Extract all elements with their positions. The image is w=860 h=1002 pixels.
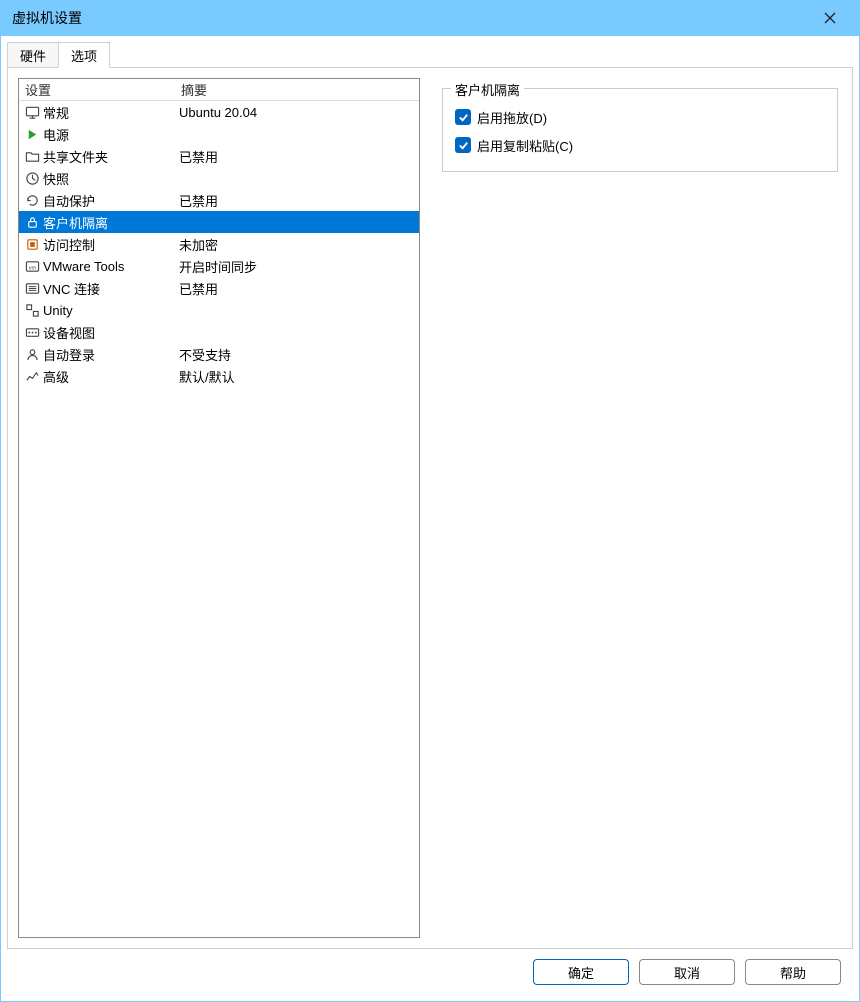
restore-icon xyxy=(23,191,41,209)
chart-icon xyxy=(23,367,41,385)
row-name: 常规 xyxy=(43,103,69,122)
row-name: 自动保护 xyxy=(43,191,95,210)
svg-text:vm: vm xyxy=(28,265,36,271)
drag-row: 启用拖放(D) xyxy=(455,103,825,131)
row-summary: 已禁用 xyxy=(179,279,419,298)
row-name: 客户机隔离 xyxy=(43,213,108,232)
group-title: 客户机隔离 xyxy=(451,80,524,99)
shield-icon xyxy=(23,235,41,253)
row-name: Unity xyxy=(43,303,73,318)
list-row[interactable]: 自动保护 已禁用 xyxy=(19,189,419,211)
list-row[interactable]: 快照 xyxy=(19,167,419,189)
copy-label: 启用复制粘贴(C) xyxy=(477,136,573,155)
ok-button[interactable]: 确定 xyxy=(533,959,629,985)
cancel-button[interactable]: 取消 xyxy=(639,959,735,985)
device-icon xyxy=(23,323,41,341)
row-summary: 开启时间同步 xyxy=(179,257,419,276)
list-row[interactable]: 共享文件夹 已禁用 xyxy=(19,145,419,167)
row-summary: 未加密 xyxy=(179,235,419,254)
lock-icon xyxy=(23,213,41,231)
list-row[interactable]: 设备视图 xyxy=(19,321,419,343)
row-name: 访问控制 xyxy=(43,235,95,254)
vm-icon: vm xyxy=(23,257,41,275)
list-row[interactable]: Unity xyxy=(19,299,419,321)
close-icon[interactable] xyxy=(812,0,848,36)
row-summary: 已禁用 xyxy=(179,191,419,210)
list-row[interactable]: 访问控制 未加密 xyxy=(19,233,419,255)
user-icon xyxy=(23,345,41,363)
drag-label: 启用拖放(D) xyxy=(477,108,547,127)
tab-hardware[interactable]: 硬件 xyxy=(7,42,59,68)
detail-panel: 客户机隔离 启用拖放(D) 启用复制粘贴(C) xyxy=(438,78,842,938)
window-title: 虚拟机设置 xyxy=(12,8,812,28)
list-row[interactable]: 电源 xyxy=(19,123,419,145)
row-name: VMware Tools xyxy=(43,259,124,274)
unity-icon xyxy=(23,301,41,319)
header-setting: 设置 xyxy=(25,80,181,99)
vnc-icon xyxy=(23,279,41,297)
guest-isolation-group: 客户机隔离 启用拖放(D) 启用复制粘贴(C) xyxy=(442,88,838,172)
list-row[interactable]: VNC 连接 已禁用 xyxy=(19,277,419,299)
list-row[interactable]: 客户机隔离 xyxy=(19,211,419,233)
row-name: 设备视图 xyxy=(43,323,95,342)
tab-panel-options: 设置 摘要 常规 Ubuntu 20.04 电源 共享文件夹 已禁用 快照 自动… xyxy=(7,67,853,949)
row-summary: 默认/默认 xyxy=(179,367,419,386)
folder-icon xyxy=(23,147,41,165)
list-row[interactable]: 常规 Ubuntu 20.04 xyxy=(19,101,419,123)
copy-checkbox[interactable] xyxy=(455,137,471,153)
copy-row: 启用复制粘贴(C) xyxy=(455,131,825,159)
settings-list[interactable]: 设置 摘要 常规 Ubuntu 20.04 电源 共享文件夹 已禁用 快照 自动… xyxy=(18,78,420,938)
monitor-icon xyxy=(23,103,41,121)
row-name: 高级 xyxy=(43,367,69,386)
row-summary: 已禁用 xyxy=(179,147,419,166)
help-button[interactable]: 帮助 xyxy=(745,959,841,985)
tab-options[interactable]: 选项 xyxy=(58,42,110,68)
list-row[interactable]: vm VMware Tools 开启时间同步 xyxy=(19,255,419,277)
header-summary: 摘要 xyxy=(181,80,419,99)
power-icon xyxy=(23,125,41,143)
row-name: 电源 xyxy=(43,125,69,144)
tabs: 硬件 选项 xyxy=(7,42,853,68)
row-name: 自动登录 xyxy=(43,345,95,364)
titlebar: 虚拟机设置 xyxy=(0,0,860,36)
drag-checkbox[interactable] xyxy=(455,109,471,125)
list-header: 设置 摘要 xyxy=(19,79,419,101)
dialog-buttons: 确定 取消 帮助 xyxy=(7,949,853,995)
list-row[interactable]: 高级 默认/默认 xyxy=(19,365,419,387)
clock-icon xyxy=(23,169,41,187)
row-name: VNC 连接 xyxy=(43,279,100,298)
row-name: 快照 xyxy=(43,169,69,188)
row-name: 共享文件夹 xyxy=(43,147,108,166)
row-summary: Ubuntu 20.04 xyxy=(179,105,419,120)
row-summary: 不受支持 xyxy=(179,345,419,364)
list-row[interactable]: 自动登录 不受支持 xyxy=(19,343,419,365)
